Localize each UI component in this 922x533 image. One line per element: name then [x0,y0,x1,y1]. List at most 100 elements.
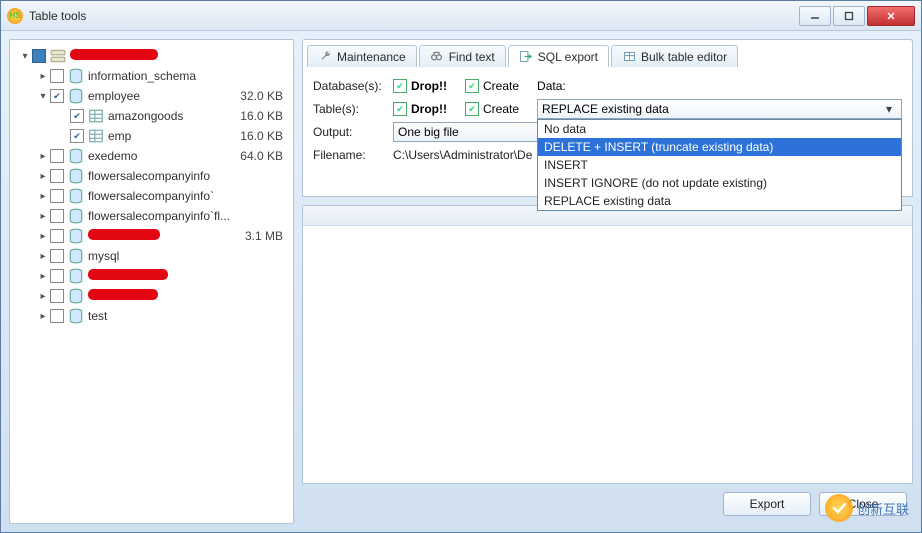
tree-checkbox[interactable] [50,89,64,103]
expand-arrow-icon[interactable]: ▸ [36,311,50,322]
tbl-drop-checkbox[interactable] [393,102,407,116]
db-drop-checkbox[interactable] [393,79,407,93]
option-delete-insert[interactable]: DELETE + INSERT (truncate existing data) [538,138,901,156]
tree-size: 16.0 KB [240,129,289,143]
filename-label: Filename: [313,148,393,162]
expand-arrow-icon[interactable]: ▸ [36,271,50,282]
close-button[interactable] [867,6,915,26]
minimize-button[interactable] [799,6,831,26]
tbl-drop-label: Drop!! [411,102,447,116]
tbl-icon [88,109,104,123]
tree-size: 16.0 KB [240,109,289,123]
expand-arrow-icon[interactable]: ▸ [36,291,50,302]
expand-arrow-icon[interactable]: ▸ [36,151,50,162]
tab-maintenance[interactable]: Maintenance [307,45,417,67]
tree-row[interactable]: ▸ flowersalecompanyinfo [14,166,289,186]
db-icon [68,269,84,283]
tab-export-label: SQL export [538,50,598,64]
db-icon [68,149,84,163]
tree-panel[interactable]: ▾▸information_schema▾employee32.0 KBamaz… [9,39,294,524]
db-icon [68,69,84,83]
tree-row[interactable]: ▸test [14,306,289,326]
tree-row[interactable]: ▸ [14,286,289,306]
tree-checkbox[interactable] [50,309,64,323]
tree: ▾▸information_schema▾employee32.0 KBamaz… [10,40,293,332]
tree-row[interactable]: amazongoods 16.0 KB [14,106,289,126]
tab-maintenance-label: Maintenance [337,50,406,64]
export-button[interactable]: Export [723,492,811,516]
data-label: Data: [537,79,583,93]
redacted-label [88,229,160,240]
data-combo[interactable]: REPLACE existing data ▾ No data DELETE +… [537,99,902,119]
tabs: Maintenance Find text SQL export Bulk ta… [302,39,913,67]
db-icon [68,309,84,323]
tree-label [88,289,158,303]
db-icon [68,289,84,303]
tree-checkbox[interactable] [50,149,64,163]
option-insert-ignore[interactable]: INSERT IGNORE (do not update existing) [538,174,901,192]
tree-size: 64.0 KB [240,149,289,163]
server-icon [50,49,66,63]
tree-label: amazongoods [108,109,183,123]
right-panel: Maintenance Find text SQL export Bulk ta… [302,39,913,524]
tree-row[interactable]: ▸ flowersalecompanyinfo` [14,186,289,206]
expand-arrow-icon[interactable]: ▾ [18,51,32,62]
db-create-label: Create [483,79,519,93]
tree-row[interactable]: ▸mysql [14,246,289,266]
chevron-down-icon: ▾ [881,102,897,116]
db-create-checkbox[interactable] [465,79,479,93]
tree-checkbox[interactable] [32,49,46,63]
expand-arrow-icon[interactable]: ▸ [36,231,50,242]
db-icon [68,249,84,263]
tab-bulk-label: Bulk table editor [641,50,727,64]
titlebar: HS Table tools [1,1,921,31]
tree-checkbox[interactable] [50,269,64,283]
databases-label: Database(s): [313,79,393,93]
tree-row[interactable]: ▾ [14,46,289,66]
table-icon [622,50,636,64]
tree-checkbox[interactable] [50,249,64,263]
tree-checkbox[interactable] [50,189,64,203]
tree-checkbox[interactable] [50,69,64,83]
tbl-create-checkbox[interactable] [465,102,479,116]
maximize-button[interactable] [833,6,865,26]
tree-row[interactable]: ▸ 3.1 MB [14,226,289,246]
db-icon [68,169,84,183]
tree-checkbox[interactable] [70,129,84,143]
tab-bulk[interactable]: Bulk table editor [611,45,738,67]
tree-row[interactable]: ▾employee32.0 KB [14,86,289,106]
tree-checkbox[interactable] [50,169,64,183]
tree-row[interactable]: ▸information_schema [14,66,289,86]
expand-arrow-icon[interactable]: ▸ [36,211,50,222]
tree-checkbox[interactable] [50,289,64,303]
option-replace[interactable]: REPLACE existing data [538,192,901,210]
tree-row[interactable]: ▸flowersalecompanyinfo`fl... [14,206,289,226]
option-insert[interactable]: INSERT [538,156,901,174]
output-value: One big file [398,125,459,139]
option-no-data[interactable]: No data [538,120,901,138]
tab-find[interactable]: Find text [419,45,506,67]
tree-label: flowersalecompanyinfo` [88,189,214,203]
redacted-label [88,269,168,280]
expand-arrow-icon[interactable]: ▾ [36,91,50,102]
tree-row[interactable]: ▸exedemo64.0 KB [14,146,289,166]
expand-arrow-icon[interactable]: ▸ [36,251,50,262]
tree-row[interactable]: ▸ [14,266,289,286]
preview-panel [302,205,913,484]
expand-arrow-icon[interactable]: ▸ [36,171,50,182]
tree-checkbox[interactable] [70,109,84,123]
tree-label: flowersalecompanyinfo [88,169,210,183]
data-combo-value: REPLACE existing data [542,102,669,116]
tree-checkbox[interactable] [50,229,64,243]
tree-label [70,49,158,63]
output-label: Output: [313,125,393,139]
data-dropdown: No data DELETE + INSERT (truncate existi… [537,119,902,211]
tab-sql-export[interactable]: SQL export [508,45,609,67]
tree-size: 3.1 MB [245,229,289,243]
watermark-text: 创新互联 [857,499,909,518]
tree-checkbox[interactable] [50,209,64,223]
app-icon: HS [7,8,23,24]
expand-arrow-icon[interactable]: ▸ [36,191,50,202]
tree-row[interactable]: emp16.0 KB [14,126,289,146]
expand-arrow-icon[interactable]: ▸ [36,71,50,82]
